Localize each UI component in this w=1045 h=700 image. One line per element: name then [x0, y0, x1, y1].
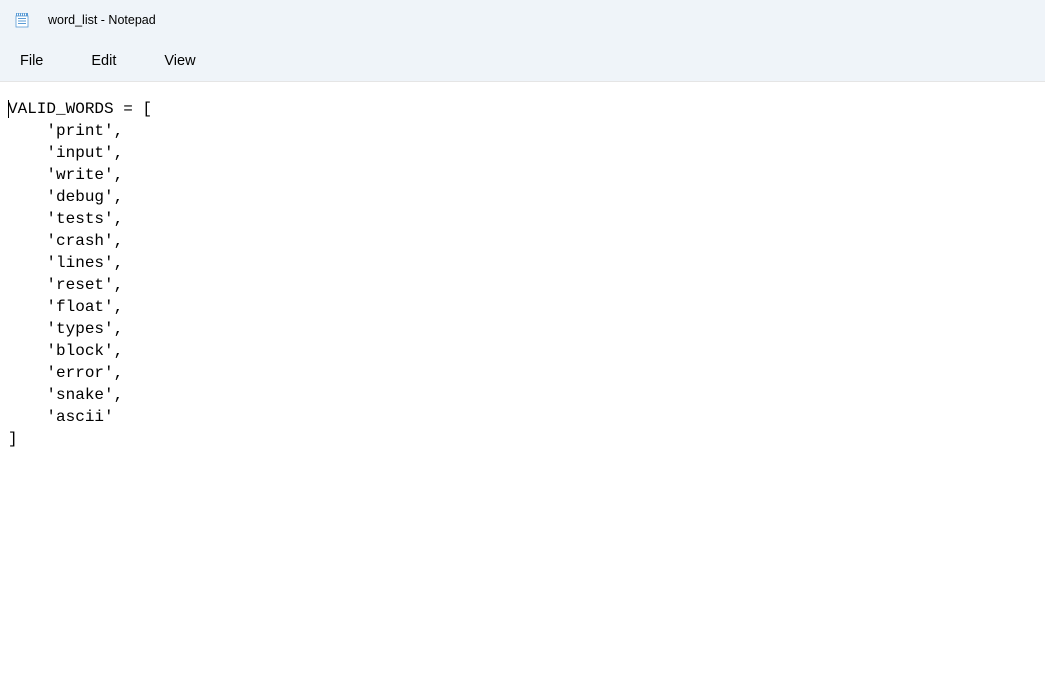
notepad-window: word_list - Notepad File Edit View VALID… [0, 0, 1045, 700]
titlebar[interactable]: word_list - Notepad [0, 0, 1045, 40]
text-editor[interactable]: VALID_WORDS = [ 'print', 'input', 'write… [0, 82, 1045, 700]
menu-edit[interactable]: Edit [77, 47, 130, 75]
menu-view[interactable]: View [150, 47, 209, 75]
editor-content: VALID_WORDS = [ 'print', 'input', 'write… [8, 100, 152, 448]
window-title: word_list - Notepad [48, 13, 156, 27]
text-caret [8, 100, 9, 118]
menubar: File Edit View [0, 40, 1045, 82]
notepad-icon [14, 12, 30, 28]
menu-file[interactable]: File [6, 47, 57, 75]
